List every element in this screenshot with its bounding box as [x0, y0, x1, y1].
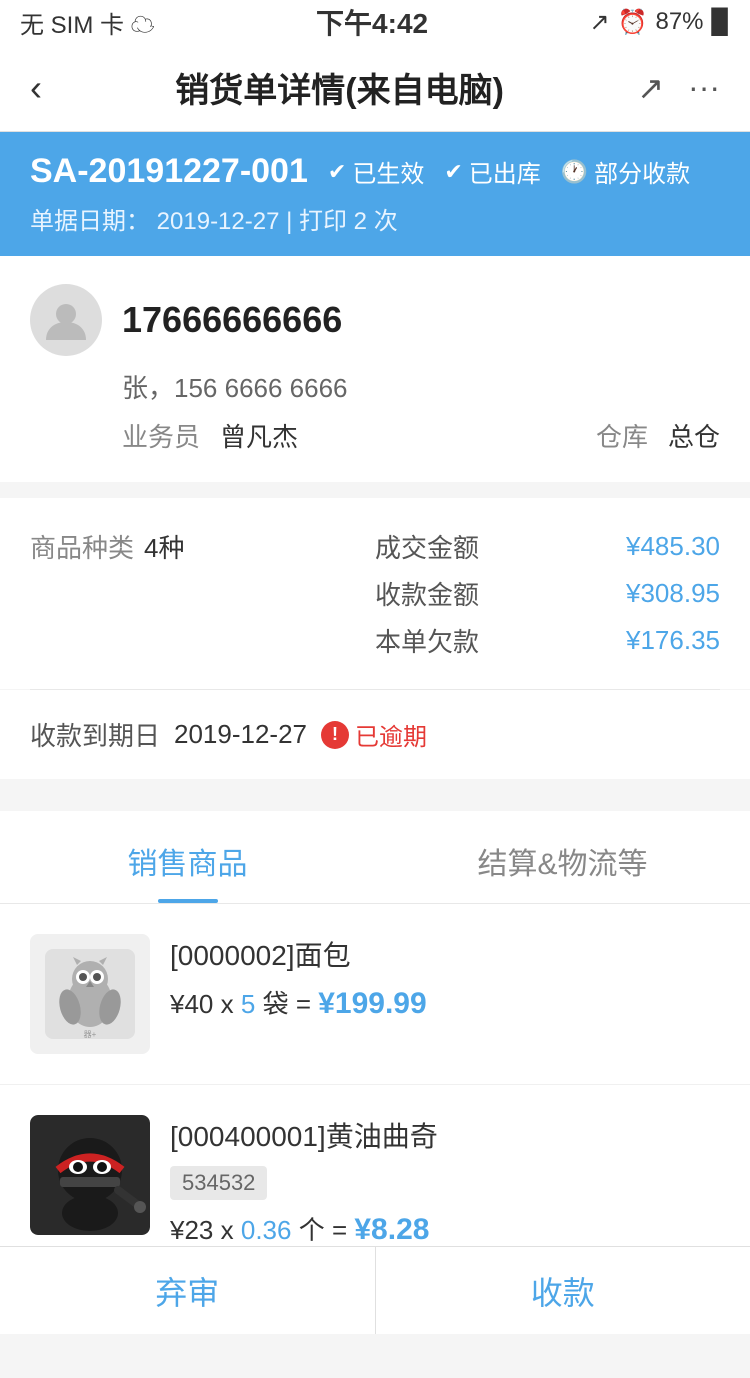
sales-label: 业务员 [122, 417, 200, 454]
stats-section: 商品种类 4种 成交金额 ¥485.30 收款金额 ¥308.95 本单欠款 ¥… [0, 498, 750, 689]
order-date-row: 单据日期： 2019-12-27 | 打印 2 次 [30, 201, 720, 236]
product-types-label: 商品种类 [30, 528, 134, 565]
product-list: 器+ [0000002]面包 ¥40 x 5 袋 = ¥199.99 [0, 904, 750, 1278]
received-amount-item: 收款金额 ¥308.95 [375, 575, 720, 612]
warehouse-label: 仓库 [596, 417, 648, 454]
sim-status: 无 SIM 卡 ☁ [20, 5, 155, 40]
product-sku-badge-2: 534532 [170, 1165, 720, 1200]
owed-amount-item: 本单欠款 ¥176.35 [375, 622, 720, 659]
more-icon[interactable]: ··· [688, 69, 720, 106]
avatar [30, 284, 102, 356]
status-bar-time: 下午4:42 [316, 2, 428, 42]
order-id: SA-20191227-001 [30, 152, 308, 191]
nav-bar: ‹ 销货单详情(来自电脑) ↗ ··· [0, 44, 750, 132]
product-types-item: 商品种类 4种 [30, 528, 375, 565]
deal-amount-value: ¥485.30 [626, 531, 720, 562]
received-amount-label: 收款金额 [375, 575, 479, 612]
status-bar-left: 无 SIM 卡 ☁ [20, 5, 155, 40]
tab-sales-products[interactable]: 销售商品 [0, 811, 375, 903]
product-qty-2: 0.36 [241, 1215, 292, 1245]
product-equals-1: = [296, 989, 318, 1019]
check-icon-1: ✔ [328, 159, 346, 185]
product-image-1: 器+ [30, 934, 150, 1054]
divider-3 [0, 779, 750, 795]
product-unit-2: 个 [299, 1215, 325, 1245]
page-title: 销货单详情(来自电脑) [42, 63, 637, 112]
tab-settlement-logistics[interactable]: 结算&物流等 [375, 811, 750, 903]
product-total-1: ¥199.99 [318, 987, 426, 1020]
badge-shipped: ✔ 已出库 [444, 154, 540, 189]
product-info-1: [0000002]面包 ¥40 x 5 袋 = ¥199.99 [170, 934, 720, 1054]
deal-amount-item: 成交金额 ¥485.30 [375, 528, 720, 565]
product-types-value: 4种 [144, 528, 184, 565]
product-info-2: [000400001]黄油曲奇 534532 ¥23 x 0.36 个 = ¥8… [170, 1115, 720, 1247]
stats-row: 商品种类 4种 成交金额 ¥485.30 收款金额 ¥308.95 本单欠款 ¥… [30, 528, 720, 659]
product-price-2: ¥23 x 0.36 个 = ¥8.28 [170, 1210, 720, 1247]
battery-icon: ▉ [712, 8, 730, 37]
sku-value-2: 534532 [170, 1166, 267, 1200]
location-icon: ↗ [589, 8, 609, 37]
stats-right: 成交金额 ¥485.30 收款金额 ¥308.95 本单欠款 ¥176.35 [375, 528, 720, 659]
tabs-section: 销售商品 结算&物流等 [0, 811, 750, 904]
cancel-button[interactable]: 弃审 [0, 1247, 375, 1334]
product-multiply-2: x [221, 1215, 241, 1245]
bottom-bar: 弃审 收款 [0, 1246, 750, 1334]
customer-meta-row: 业务员 曾凡杰 仓库 总仓 [122, 417, 720, 454]
product-image-2 [30, 1115, 150, 1235]
warehouse-value: 总仓 [668, 417, 720, 454]
badge-partial-payment: 🕐 部分收款 [561, 154, 690, 189]
product-qty-1: 5 [241, 989, 255, 1019]
confirm-button[interactable]: 收款 [376, 1247, 750, 1334]
clock-icon: 🕐 [561, 159, 588, 185]
product-name-1: [0000002]面包 [170, 934, 720, 974]
overdue-text: 已逾期 [355, 717, 427, 752]
deal-amount-label: 成交金额 [375, 528, 479, 565]
stats-left: 商品种类 4种 [30, 528, 375, 565]
overdue-badge: ! 已逾期 [321, 717, 427, 752]
order-header-banner: SA-20191227-001 ✔ 已生效 ✔ 已出库 🕐 部分收款 单据日期：… [0, 132, 750, 256]
status-bar-right: ↗ ⏰ 87% ▉ [589, 8, 730, 37]
received-amount-value: ¥308.95 [626, 578, 720, 609]
overdue-icon: ! [321, 721, 349, 749]
customer-section: 17666666666 张，156 6666 6666 业务员 曾凡杰 仓库 总… [0, 256, 750, 482]
owed-amount-label: 本单欠款 [375, 622, 479, 659]
share-icon[interactable]: ↗ [637, 69, 664, 107]
status-bar: 无 SIM 卡 ☁ 下午4:42 ↗ ⏰ 87% ▉ [0, 0, 750, 44]
due-date-label: 收款到期日 [30, 716, 160, 753]
due-date-section: 收款到期日 2019-12-27 ! 已逾期 [0, 690, 750, 779]
alarm-icon: ⏰ [618, 8, 648, 37]
customer-name-detail: 张，156 6666 6666 [122, 368, 720, 405]
check-icon-2: ✔ [444, 159, 462, 185]
customer-phone-row: 17666666666 [30, 284, 720, 356]
nav-actions: ↗ ··· [637, 69, 720, 107]
sales-value: 曾凡杰 [220, 417, 298, 454]
product-name-2: [000400001]黄油曲奇 [170, 1115, 720, 1155]
back-button[interactable]: ‹ [30, 67, 42, 109]
due-date-value: 2019-12-27 [174, 719, 307, 750]
customer-phone: 17666666666 [122, 299, 342, 341]
owed-amount-value: ¥176.35 [626, 625, 720, 656]
product-base-price-1: ¥40 [170, 989, 213, 1019]
divider-1 [0, 482, 750, 498]
product-total-2: ¥8.28 [354, 1213, 429, 1246]
product-item-1: 器+ [0000002]面包 ¥40 x 5 袋 = ¥199.99 [0, 904, 750, 1085]
tabs-row: 销售商品 结算&物流等 [0, 811, 750, 904]
order-id-row: SA-20191227-001 ✔ 已生效 ✔ 已出库 🕐 部分收款 [30, 152, 720, 191]
product-base-price-2: ¥23 [170, 1215, 213, 1245]
product-unit-1: 袋 [263, 989, 289, 1019]
product-equals-2: = [332, 1215, 354, 1245]
product-price-1: ¥40 x 5 袋 = ¥199.99 [170, 984, 720, 1021]
battery-level: 87% [655, 8, 703, 36]
badge-effective: ✔ 已生效 [328, 154, 424, 189]
svg-text:器+: 器+ [84, 1030, 97, 1039]
product-multiply-1: x [221, 989, 241, 1019]
